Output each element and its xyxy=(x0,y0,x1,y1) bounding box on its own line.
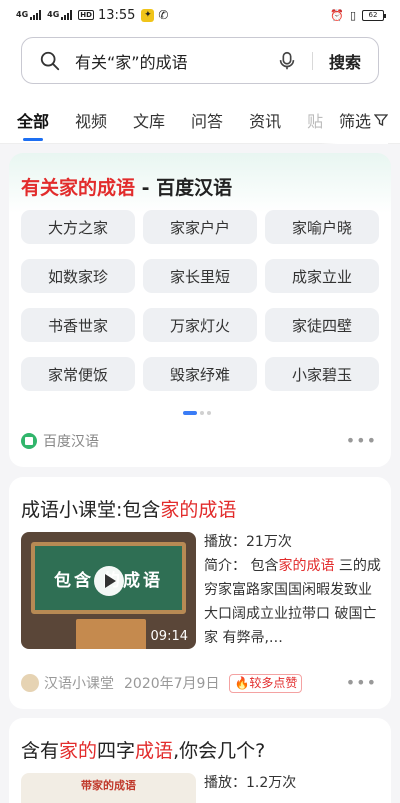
video-duration: 09:14 xyxy=(150,629,188,644)
desk xyxy=(76,619,146,649)
quiz-video-card: 含有家的四字成语,你会几个? 带家的成语 播放：1.2万次 xyxy=(9,718,391,803)
filter-icon xyxy=(374,114,388,127)
hd-badge: HD xyxy=(78,10,94,20)
video-card-title[interactable]: 成语小课堂:包含家的成语 xyxy=(21,495,236,522)
idiom-chip[interactable]: 家常便饭 xyxy=(21,357,135,391)
idiom-chip[interactable]: 万家灯火 xyxy=(143,308,257,342)
video-title-highlight: 家的成语 xyxy=(160,499,237,521)
search-icon xyxy=(40,51,60,70)
alarm-icon: ⏰ xyxy=(330,8,344,22)
search-box[interactable]: 有关“家”的成语 搜索 xyxy=(21,37,379,84)
idiom-grid: 大方之家 家家户户 家喻户晓 如数家珍 家长里短 成家立业 书香世家 万家灯火 … xyxy=(21,210,379,391)
publish-date: 2020年7月9日 xyxy=(124,676,220,692)
quiz-title-hl1: 家的 xyxy=(59,740,98,762)
video-card: 成语小课堂:包含家的成语 包含 的成语 09:14 播放：21万次 简介： 包含… xyxy=(9,477,391,709)
more-options-icon[interactable]: ••• xyxy=(346,673,377,692)
tab-news[interactable]: 资讯 xyxy=(249,108,281,132)
signal-icon-2 xyxy=(61,10,73,20)
idiom-chip[interactable]: 成家立业 xyxy=(265,259,379,293)
search-header: 有关“家”的成语 搜索 xyxy=(0,30,400,96)
idiom-chip[interactable]: 大方之家 xyxy=(21,210,135,244)
vibrate-icon: ▯ xyxy=(349,8,356,22)
search-input[interactable]: 有关“家”的成语 xyxy=(75,49,276,73)
idiom-card-title[interactable]: 有关家的成语 - 百度汉语 xyxy=(21,173,232,200)
intro-label: 简介： xyxy=(204,558,246,574)
plays-label: 播放： xyxy=(204,534,246,550)
signal-label-2: 4G xyxy=(47,10,60,19)
phone-icon: ✆ xyxy=(158,8,169,22)
quiz-thumbnail[interactable]: 带家的成语 xyxy=(21,773,196,803)
clock: 13:55 xyxy=(97,7,136,23)
idiom-title-source: - 百度汉语 xyxy=(135,177,233,199)
status-bar: 4G 4G HD 13:55 ✦ ✆ ⏰ ▯ 62 xyxy=(0,0,400,30)
signal-icon xyxy=(30,10,42,20)
source-name: 百度汉语 xyxy=(43,434,99,450)
badge-label: 较多点赞 xyxy=(249,675,298,690)
author-avatar[interactable] xyxy=(21,674,39,692)
idiom-title-highlight: 有关家的成语 xyxy=(21,177,136,199)
battery-icon: 62 xyxy=(362,9,386,21)
author-name[interactable]: 汉语小课堂 xyxy=(44,673,114,693)
quiz-title-mid: 四字 xyxy=(97,740,136,762)
idiom-card: 有关家的成语 - 百度汉语 大方之家 家家户户 家喻户晓 如数家珍 家长里短 成… xyxy=(9,153,391,467)
tab-video[interactable]: 视频 xyxy=(75,108,107,132)
quiz-card-title[interactable]: 含有家的四字成语,你会几个? xyxy=(21,736,265,763)
microphone-icon[interactable] xyxy=(276,50,298,72)
plays-count: 1.2万次 xyxy=(246,775,297,791)
intro-prefix: 包含 xyxy=(246,558,279,574)
intro-highlight: 家的成语 xyxy=(278,558,335,574)
video-footer: 汉语小课堂 2020年7月9日 🔥较多点赞 xyxy=(21,673,303,693)
idiom-chip[interactable]: 家徒四壁 xyxy=(265,308,379,342)
signal-label-1: 4G xyxy=(16,10,29,19)
filter-label: 筛选 xyxy=(338,112,371,131)
plays-label: 播放： xyxy=(204,775,246,791)
video-plays: 播放：21万次 xyxy=(204,530,382,554)
video-title-prefix: 成语小课堂:包含 xyxy=(21,499,161,521)
video-intro: 简介： 包含家的成语 三的成 穷家富路家国国闲暇发致业大口阔成立业拉带口 破国亡… xyxy=(204,554,382,650)
quiz-meta: 播放：1.2万次 xyxy=(204,771,296,795)
quiz-title-rest: ,你会几个? xyxy=(173,740,266,762)
source-line[interactable]: 百度汉语 xyxy=(21,431,99,451)
idiom-chip[interactable]: 家长里短 xyxy=(143,259,257,293)
quiz-title-hl2: 成语 xyxy=(135,740,174,762)
baidu-hanyu-icon xyxy=(21,433,37,449)
search-divider xyxy=(311,51,313,70)
tab-wenku[interactable]: 文库 xyxy=(133,108,165,132)
filter-button[interactable]: 筛选 xyxy=(320,96,388,144)
popular-badge: 🔥较多点赞 xyxy=(229,673,303,693)
plays-count: 21万次 xyxy=(246,534,292,550)
idiom-chip[interactable]: 家喻户晓 xyxy=(265,210,379,244)
quiz-thumb-text: 带家的成语 xyxy=(81,779,136,792)
result-tabs: 全部 视频 文库 问答 资讯 贴 筛选 xyxy=(0,96,400,144)
quiz-title-prefix: 含有 xyxy=(21,740,60,762)
play-icon[interactable] xyxy=(94,566,124,596)
carousel-indicator xyxy=(183,411,211,415)
app-notification-icon: ✦ xyxy=(141,8,155,22)
idiom-chip[interactable]: 毁家纾难 xyxy=(143,357,257,391)
idiom-chip[interactable]: 小家碧玉 xyxy=(265,357,379,391)
idiom-chip[interactable]: 如数家珍 xyxy=(21,259,135,293)
idiom-chip[interactable]: 书香世家 xyxy=(21,308,135,342)
idiom-chip[interactable]: 家家户户 xyxy=(143,210,257,244)
tab-all[interactable]: 全部 xyxy=(17,108,49,141)
video-meta: 播放：21万次 简介： 包含家的成语 三的成 穷家富路家国国闲暇发致业大口阔成立… xyxy=(204,530,382,650)
search-button[interactable]: 搜索 xyxy=(329,49,361,73)
video-thumbnail[interactable]: 包含 的成语 09:14 xyxy=(21,532,196,649)
flame-icon: 🔥 xyxy=(234,675,250,690)
more-options-icon[interactable]: ••• xyxy=(346,431,377,450)
tab-qa[interactable]: 问答 xyxy=(191,108,223,132)
